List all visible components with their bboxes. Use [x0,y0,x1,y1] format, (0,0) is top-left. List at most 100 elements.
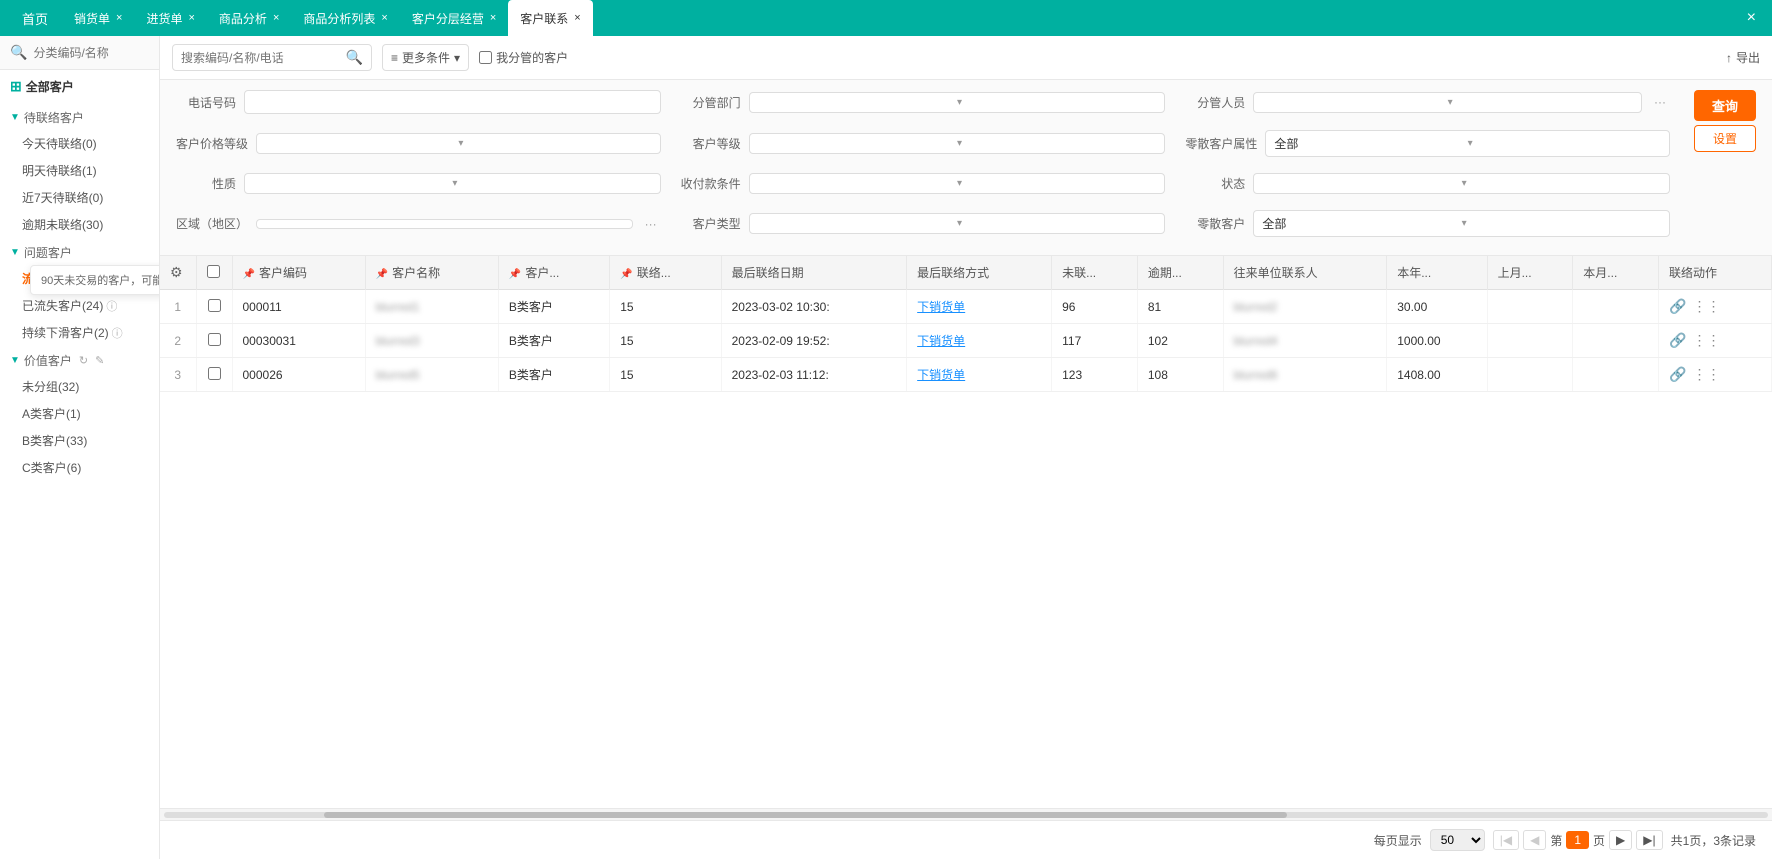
action-more-icon[interactable]: ⋮⋮ [1692,366,1720,383]
row-no-contact-1: 117 [1052,324,1138,358]
sidebar-item-class-c[interactable]: C类客户(6) [0,454,159,481]
sidebar-group-problem[interactable]: ▼ 问题客户 [0,238,159,265]
sidebar-item-class-b[interactable]: B类客户(33) [0,427,159,454]
tab-sales[interactable]: 销货单 × [62,0,134,36]
row-action-1[interactable]: 🔗 ⋮⋮ [1659,324,1772,358]
tab-purchase[interactable]: 进货单 × [134,0,206,36]
horizontal-scrollbar[interactable] [160,808,1772,820]
status-select[interactable]: ▾ [1253,173,1670,194]
row-last-date-0: 2023-03-02 10:30: [721,290,907,324]
close-product-analysis-tab[interactable]: × [273,12,279,24]
settings-button[interactable]: 设置 [1694,125,1756,152]
action-link-icon[interactable]: 🔗 [1669,366,1686,383]
sidebar-item-ungrouped[interactable]: 未分组(32) [0,373,159,400]
sidebar-item-overdue-contact[interactable]: 逾期未联络(30) [0,211,159,238]
dept-select[interactable]: ▾ [749,92,1166,113]
table-settings-icon[interactable]: ⚙ [170,264,183,280]
close-sales-tab[interactable]: × [116,12,122,24]
row-last-method-1[interactable]: 下销货单 [907,324,1052,358]
refresh-icon-value[interactable]: ↻ [79,354,88,367]
row-action-2[interactable]: 🔗 ⋮⋮ [1659,358,1772,392]
col-settings[interactable]: ⚙ [160,256,196,290]
first-page-btn[interactable]: |◀ [1493,830,1519,850]
region-more-icon[interactable]: ··· [641,217,661,231]
close-all-button[interactable]: × [1739,9,1764,27]
sidebar-group-value[interactable]: ▼ 价值客户 ↻ ✎ [0,346,159,373]
close-customer-tier-tab[interactable]: × [490,12,496,24]
phone-input[interactable] [244,90,661,114]
tab-customer-tier[interactable]: 客户分层经营 × [400,0,508,36]
sidebar-all-customers[interactable]: ⊞ 全部客户 [0,70,159,103]
chevron-manager-icon: ▾ [1448,97,1633,108]
row-this-year-0: 30.00 [1387,290,1487,324]
next-page-btn[interactable]: ▶ [1609,830,1632,850]
row-code-1: 00030031 [232,324,365,358]
close-product-list-tab[interactable]: × [381,12,387,24]
sidebar-item-today-contact[interactable]: 今天待联络(0) [0,130,159,157]
query-button[interactable]: 查询 [1694,90,1756,121]
col-last-month: 上月... [1487,256,1573,290]
sidebar-search-input[interactable] [33,46,160,60]
retail-attr-select[interactable]: 全部 ▾ [1265,130,1670,157]
payment-select[interactable]: ▾ [749,173,1166,194]
col-checkbox[interactable] [196,256,232,290]
export-btn[interactable]: ↑ 导出 [1726,49,1760,66]
filter-dept: 分管部门 ▾ [681,92,1166,113]
price-level-select[interactable]: ▾ [256,133,661,154]
search-input[interactable] [181,51,340,65]
info-icon-declining[interactable]: ⓘ [112,325,123,341]
manager-more-icon[interactable]: ··· [1650,95,1670,109]
arrow-down-icon: ▼ [10,112,20,123]
action-more-icon[interactable]: ⋮⋮ [1692,298,1720,315]
more-conditions-btn[interactable]: ≡ 更多条件 ▾ [382,44,469,71]
action-link-icon[interactable]: 🔗 [1669,298,1686,315]
tab-customer-contact[interactable]: 客户联系 × [508,0,592,36]
close-purchase-tab[interactable]: × [188,12,194,24]
filter-status: 状态 ▾ [1185,173,1670,194]
row-checkbox-2[interactable] [196,358,232,392]
col-no-contact: 未联... [1052,256,1138,290]
manager-select[interactable]: ▾ [1253,92,1642,113]
filter-search-icon[interactable]: 🔍 [346,49,363,66]
row-checkbox-0[interactable] [196,290,232,324]
sidebar-item-declining[interactable]: 持续下滑客户(2) ⓘ [0,319,159,346]
my-customers-filter[interactable]: 我分管的客户 [479,49,568,66]
region-select[interactable] [256,219,633,229]
grid-icon: ⊞ [10,78,22,95]
row-contact-person-0: blurred2 [1223,290,1387,324]
row-last-method-0[interactable]: 下销货单 [907,290,1052,324]
per-page-select[interactable]: 50 100 [1430,829,1485,851]
row-last-date-2: 2023-02-03 11:12: [721,358,907,392]
retail-select[interactable]: 全部 ▾ [1253,210,1670,237]
row-action-0[interactable]: 🔗 ⋮⋮ [1659,290,1772,324]
select-all-checkbox[interactable] [207,265,220,278]
row-index-1: 2 [160,324,196,358]
action-link-icon[interactable]: 🔗 [1669,332,1686,349]
nature-select[interactable]: ▾ [244,173,661,194]
scrollbar-thumb[interactable] [324,812,1286,818]
action-more-icon[interactable]: ⋮⋮ [1692,332,1720,349]
sidebar-group-pending[interactable]: ▼ 待联络客户 [0,103,159,130]
info-icon-churned[interactable]: ⓘ [106,298,117,314]
last-page-btn[interactable]: ▶| [1636,830,1662,850]
customer-level-select[interactable]: ▾ [749,133,1166,154]
sidebar-item-7day-contact[interactable]: 近7天待联络(0) [0,184,159,211]
tab-product-list[interactable]: 商品分析列表 × [291,0,399,36]
sidebar-item-class-a[interactable]: A类客户(1) [0,400,159,427]
sidebar-item-tomorrow-contact[interactable]: 明天待联络(1) [0,157,159,184]
close-customer-contact-tab[interactable]: × [574,12,580,24]
edit-icon-value[interactable]: ✎ [95,354,104,367]
tab-product-analysis[interactable]: 商品分析 × [207,0,291,36]
col-overdue: 逾期... [1137,256,1223,290]
chevron-price-icon: ▾ [458,138,651,149]
chevron-nature-icon: ▾ [452,178,651,189]
tab-home[interactable]: 首页 [8,0,62,36]
scrollbar-track [164,812,1768,818]
row-last-method-2[interactable]: 下销货单 [907,358,1052,392]
customer-type-select[interactable]: ▾ [749,213,1166,234]
row-checkbox-1[interactable] [196,324,232,358]
row-type-0: B类客户 [498,290,609,324]
my-customers-checkbox[interactable] [479,51,492,64]
sidebar-item-churned[interactable]: 已流失客户(24) ⓘ [0,292,159,319]
prev-page-btn[interactable]: ◀ [1523,830,1546,850]
